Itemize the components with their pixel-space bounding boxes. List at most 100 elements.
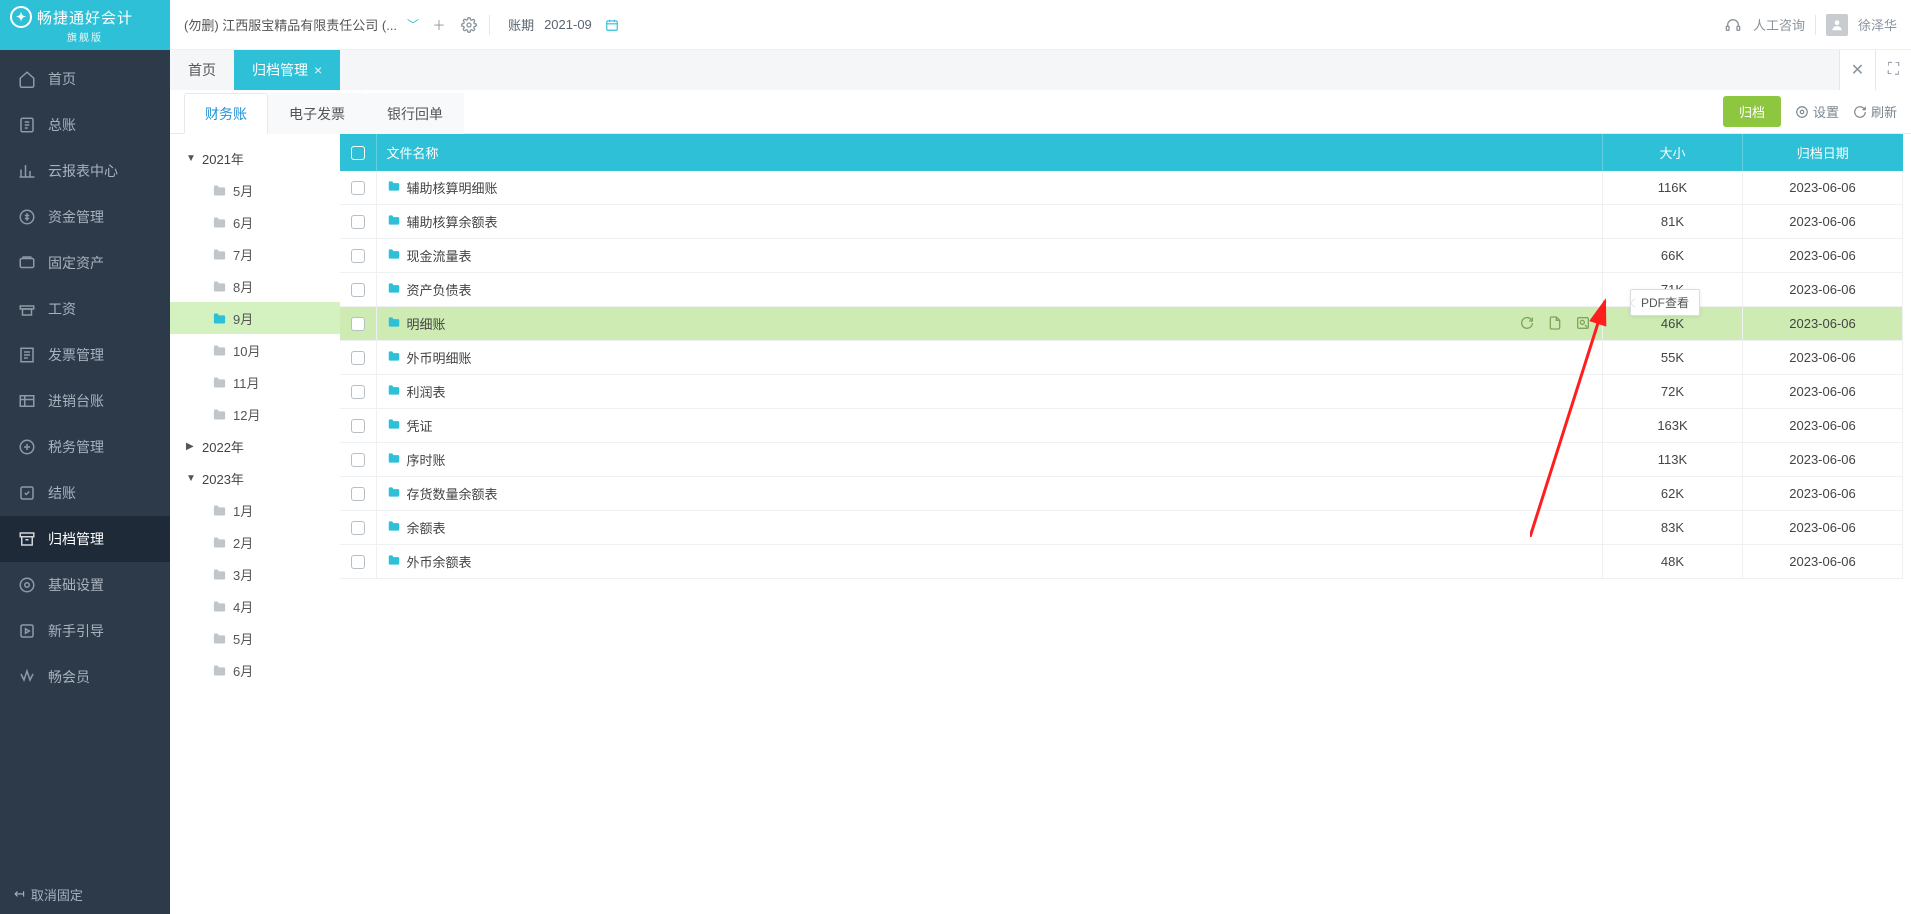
row-checkbox[interactable] bbox=[351, 215, 365, 229]
period-label: 账期 bbox=[508, 15, 534, 34]
pdf-view-tooltip: PDF查看 bbox=[1630, 289, 1700, 316]
row-checkbox[interactable] bbox=[351, 555, 365, 569]
row-checkbox[interactable] bbox=[351, 521, 365, 535]
tree-month[interactable]: 8月 bbox=[170, 270, 340, 302]
tree-month[interactable]: 10月 bbox=[170, 334, 340, 366]
cell-size: 116K bbox=[1603, 171, 1743, 205]
tree-year[interactable]: ▶2022年 bbox=[170, 430, 340, 462]
subtab-财务账[interactable]: 财务账 bbox=[184, 93, 268, 134]
tree-month[interactable]: 3月 bbox=[170, 558, 340, 590]
folder-icon bbox=[212, 311, 227, 326]
nav-vip[interactable]: 畅会员 bbox=[0, 654, 170, 700]
period-value[interactable]: 2021-09 bbox=[544, 17, 592, 32]
settings-action[interactable]: 设置 bbox=[1795, 102, 1839, 121]
ledger-icon bbox=[18, 116, 36, 134]
nav-asset[interactable]: 固定资产 bbox=[0, 240, 170, 286]
tree-month[interactable]: 1月 bbox=[170, 494, 340, 526]
nav-label: 新手引导 bbox=[48, 621, 104, 641]
tree-year[interactable]: ▼2023年 bbox=[170, 462, 340, 494]
tree-month[interactable]: 4月 bbox=[170, 590, 340, 622]
tree-month[interactable]: 6月 bbox=[170, 654, 340, 686]
pdf-view-icon[interactable] bbox=[1574, 314, 1592, 332]
pdf-download-icon[interactable] bbox=[1546, 314, 1564, 332]
tree-month[interactable]: 2月 bbox=[170, 526, 340, 558]
username[interactable]: 徐泽华 bbox=[1858, 15, 1897, 34]
tab-归档管理[interactable]: 归档管理× bbox=[234, 50, 340, 90]
nav-settings[interactable]: 基础设置 bbox=[0, 562, 170, 608]
table-row[interactable]: 序时账113K2023-06-06 bbox=[340, 443, 1903, 477]
tab-close-all[interactable]: ✕ bbox=[1839, 50, 1875, 90]
nav-home[interactable]: 首页 bbox=[0, 56, 170, 102]
tab-close-icon[interactable]: × bbox=[314, 62, 322, 78]
tree-month[interactable]: 11月 bbox=[170, 366, 340, 398]
consult-label[interactable]: 人工咨询 bbox=[1753, 15, 1805, 34]
folder-icon bbox=[387, 215, 401, 230]
avatar[interactable] bbox=[1826, 14, 1848, 36]
table-row[interactable]: 外币明细账55K2023-06-06 bbox=[340, 341, 1903, 375]
nav-archive[interactable]: 归档管理 bbox=[0, 516, 170, 562]
row-checkbox[interactable] bbox=[351, 487, 365, 501]
calendar-icon[interactable] bbox=[602, 15, 622, 35]
folder-icon bbox=[212, 247, 227, 262]
refresh-action[interactable]: 刷新 bbox=[1853, 102, 1897, 121]
nav-label: 资金管理 bbox=[48, 207, 104, 227]
gear-icon[interactable] bbox=[459, 15, 479, 35]
table-row[interactable]: 辅助核算余额表81K2023-06-06 bbox=[340, 205, 1903, 239]
cell-date: 2023-06-06 bbox=[1743, 477, 1903, 511]
tree-month[interactable]: 6月 bbox=[170, 206, 340, 238]
nav-close-period[interactable]: 结账 bbox=[0, 470, 170, 516]
table-row[interactable]: 辅助核算明细账116K2023-06-06 bbox=[340, 171, 1903, 205]
tab-fullscreen[interactable]: ⛶ bbox=[1875, 50, 1911, 90]
cell-date: 2023-06-06 bbox=[1743, 375, 1903, 409]
brand-icon: ✦ bbox=[10, 6, 32, 28]
cell-date: 2023-06-06 bbox=[1743, 273, 1903, 307]
col-checkbox[interactable] bbox=[340, 134, 376, 171]
nav-fund[interactable]: 资金管理 bbox=[0, 194, 170, 240]
nav-label: 基础设置 bbox=[48, 575, 104, 595]
content-area: 财务账电子发票银行回单 归档 设置 刷新 ▼2021年5月6月7月8月9月10月… bbox=[170, 90, 1911, 914]
table-row[interactable]: 存货数量余额表62K2023-06-06 bbox=[340, 477, 1903, 511]
row-checkbox[interactable] bbox=[351, 453, 365, 467]
tree-month[interactable]: 5月 bbox=[170, 174, 340, 206]
tree-month[interactable]: 12月 bbox=[170, 398, 340, 430]
cell-date: 2023-06-06 bbox=[1743, 409, 1903, 443]
row-checkbox[interactable] bbox=[351, 181, 365, 195]
subtab-银行回单[interactable]: 银行回单 bbox=[366, 93, 464, 134]
nav-ledger[interactable]: 总账 bbox=[0, 102, 170, 148]
tree-month[interactable]: 9月 bbox=[170, 302, 340, 334]
row-checkbox[interactable] bbox=[351, 419, 365, 433]
nav-stock[interactable]: 进销台账 bbox=[0, 378, 170, 424]
refresh-row-icon[interactable] bbox=[1518, 314, 1536, 332]
nav-salary[interactable]: 工资 bbox=[0, 286, 170, 332]
folder-icon bbox=[387, 419, 401, 434]
table-row[interactable]: 凭证163K2023-06-06 bbox=[340, 409, 1903, 443]
cell-filename: 序时账 bbox=[376, 443, 1603, 477]
sidebar-unpin[interactable]: ↤ 取消固定 bbox=[0, 874, 170, 914]
nav-invoice[interactable]: 发票管理 bbox=[0, 332, 170, 378]
row-checkbox[interactable] bbox=[351, 351, 365, 365]
tree-month[interactable]: 5月 bbox=[170, 622, 340, 654]
table-row[interactable]: 利润表72K2023-06-06 bbox=[340, 375, 1903, 409]
row-checkbox[interactable] bbox=[351, 385, 365, 399]
subtab-电子发票[interactable]: 电子发票 bbox=[268, 93, 366, 134]
headset-icon[interactable] bbox=[1723, 15, 1743, 35]
tree-month[interactable]: 7月 bbox=[170, 238, 340, 270]
tab-首页[interactable]: 首页 bbox=[170, 50, 234, 90]
add-icon[interactable]: ＋ bbox=[429, 15, 449, 35]
brand-name: 畅捷通好会计 bbox=[37, 7, 133, 28]
table-row[interactable]: 现金流量表66K2023-06-06 bbox=[340, 239, 1903, 273]
nav-chart[interactable]: 云报表中心 bbox=[0, 148, 170, 194]
folder-icon bbox=[387, 487, 401, 502]
company-selector[interactable]: (勿删) 江西服宝精品有限责任公司 (... bbox=[184, 15, 397, 34]
company-caret-icon[interactable]: ﹀ bbox=[407, 16, 419, 33]
nav-guide[interactable]: 新手引导 bbox=[0, 608, 170, 654]
tree-year[interactable]: ▼2021年 bbox=[170, 142, 340, 174]
table-row[interactable]: 余额表83K2023-06-06 bbox=[340, 511, 1903, 545]
row-checkbox[interactable] bbox=[351, 317, 365, 331]
row-checkbox[interactable] bbox=[351, 249, 365, 263]
nav-tax[interactable]: 税务管理 bbox=[0, 424, 170, 470]
archive-button[interactable]: 归档 bbox=[1723, 96, 1781, 127]
folder-icon bbox=[212, 407, 227, 422]
table-row[interactable]: 外币余额表48K2023-06-06 bbox=[340, 545, 1903, 579]
row-checkbox[interactable] bbox=[351, 283, 365, 297]
